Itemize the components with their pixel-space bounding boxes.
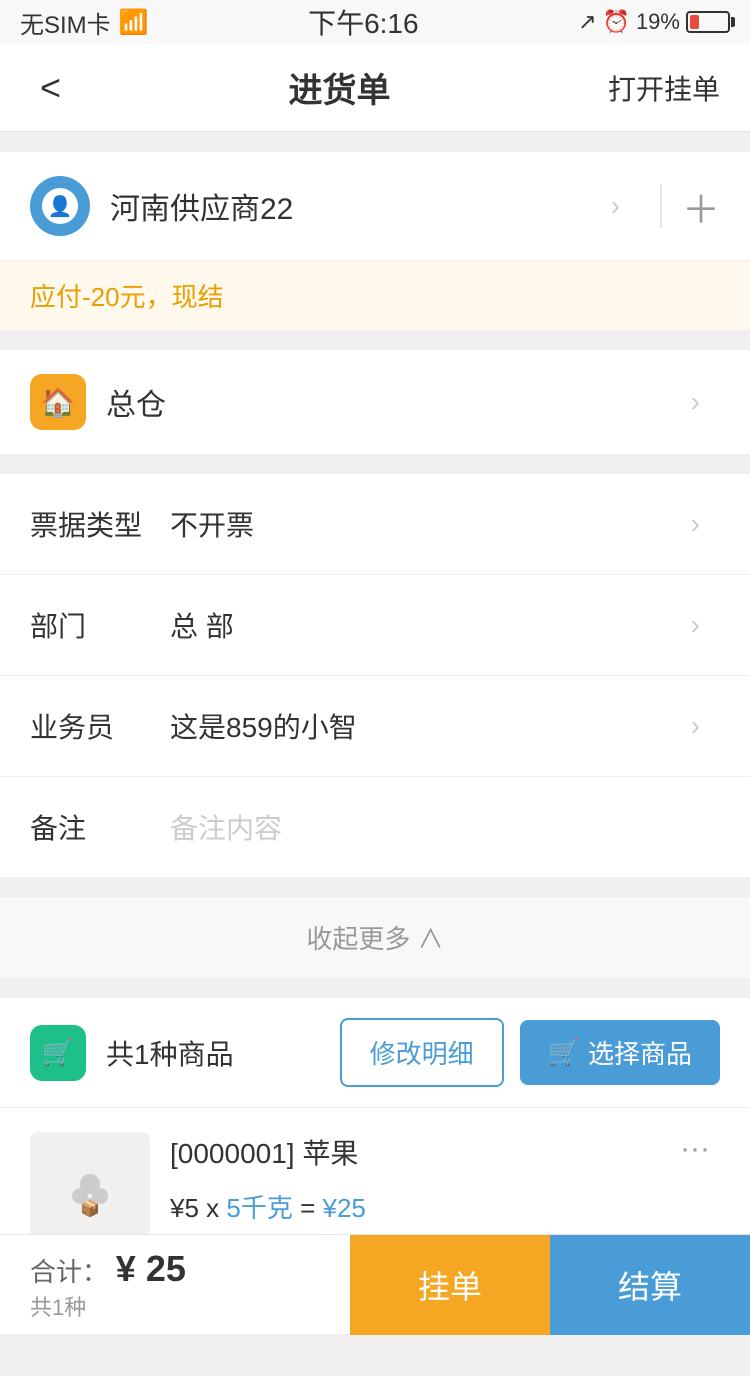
checkout-button[interactable]: 结算 [550,1235,750,1335]
remark-input[interactable]: 备注内容 [170,807,720,847]
section-gap-1 [0,132,750,152]
product-count: 共1种商品 [106,1033,340,1073]
select-product-icon: 🛒 [548,1037,580,1068]
department-label: 部门 [30,605,150,645]
total-count: 共1种 [30,1290,320,1322]
salesperson-row[interactable]: 业务员 这是859的小智 › [0,676,750,777]
battery-fill [690,15,699,29]
form-section: 票据类型 不开票 › 部门 总 部 › 业务员 这是859的小智 › 备注 备注… [0,474,750,877]
wifi-icon: 📶 [119,8,149,37]
product-total: ¥25 [323,1193,366,1223]
alarm-icon: ⏰ [603,9,630,35]
add-supplier-button[interactable]: ＋ [682,179,720,234]
invoice-type-label: 票据类型 [30,504,150,544]
collapse-button[interactable]: 收起更多 ∧ [0,897,750,978]
salesperson-label: 业务员 [30,706,150,746]
time-label: 下午6:16 [308,2,419,42]
supplier-avatar: 👤 [30,176,90,236]
battery-percent: 19% [636,9,680,35]
notice-bar: 应付-20元，现结 [0,261,750,330]
total-label: 合计： [30,1257,108,1287]
avatar-icon: 👤 [42,188,78,224]
back-button[interactable]: < [30,57,71,119]
product-header: 🛒 共1种商品 修改明细 🛒 选择商品 [0,998,750,1108]
salesperson-value: 这是859的小智 [170,706,691,746]
warehouse-name: 总仓 [106,380,691,424]
edit-detail-button[interactable]: 修改明细 [340,1018,504,1087]
supplier-name: 河南供应商22 [110,184,611,228]
carrier-label: 无SIM卡 [20,5,111,40]
department-row[interactable]: 部门 总 部 › [0,575,750,676]
product-name: [0000001] 苹果 [170,1132,670,1172]
supplier-section: 👤 河南供应商22 › ＋ 应付-20元，现结 [0,152,750,330]
status-bar-left: 无SIM卡 📶 [20,5,149,40]
remark-label: 备注 [30,807,150,847]
department-value: 总 部 [170,605,691,645]
open-hang-button[interactable]: 打开挂单 [608,68,720,108]
product-icon: 🛒 [30,1025,86,1081]
invoice-chevron-icon: › [691,508,700,540]
warehouse-row[interactable]: 🏠 总仓 › [0,350,750,454]
status-bar-right: ↗ ⏰ 19% [578,9,730,35]
bottom-bar: 合计： ¥ 25 共1种 挂单 结算 [0,1234,750,1334]
invoice-type-row[interactable]: 票据类型 不开票 › [0,474,750,575]
total-row: 合计： ¥ 25 [30,1248,320,1290]
salesperson-chevron-icon: › [691,710,700,742]
product-title: 苹果 [302,1138,358,1169]
department-chevron-icon: › [691,609,700,641]
invoice-type-value: 不开票 [170,504,691,544]
select-product-button[interactable]: 🛒 选择商品 [520,1020,720,1085]
supplier-chevron-icon: › [611,190,620,222]
product-info: [0000001] 苹果 ¥5 x 5千克 = ¥25 [170,1132,670,1225]
svg-text:📦: 📦 [80,1199,100,1218]
page-title: 进货单 [289,63,391,112]
warehouse-icon: 🏠 [30,374,86,430]
product-equals: = [300,1193,322,1223]
product-multiply: x [206,1193,226,1223]
select-product-label: 选择商品 [588,1034,692,1071]
bottom-total: 合计： ¥ 25 共1种 [0,1248,350,1322]
nav-bar: < 进货单 打开挂单 [0,44,750,132]
battery-icon [686,11,730,33]
hang-order-button[interactable]: 挂单 [350,1235,550,1335]
supplier-divider [660,184,662,228]
location-icon: ↗ [578,9,596,35]
warehouse-section[interactable]: 🏠 总仓 › [0,350,750,454]
supplier-row[interactable]: 👤 河南供应商22 › ＋ [0,152,750,261]
product-quantity: 5千克 [226,1193,292,1223]
more-button[interactable]: ··· [670,1132,720,1166]
total-amount: ¥ 25 [116,1248,186,1289]
product-code: [0000001] [170,1138,295,1169]
remark-row[interactable]: 备注 备注内容 [0,777,750,877]
product-price: ¥5 x 5千克 = ¥25 [170,1188,670,1225]
warehouse-chevron-icon: › [691,386,700,418]
product-unit-price: ¥5 [170,1193,199,1223]
status-bar: 无SIM卡 📶 下午6:16 ↗ ⏰ 19% [0,0,750,44]
